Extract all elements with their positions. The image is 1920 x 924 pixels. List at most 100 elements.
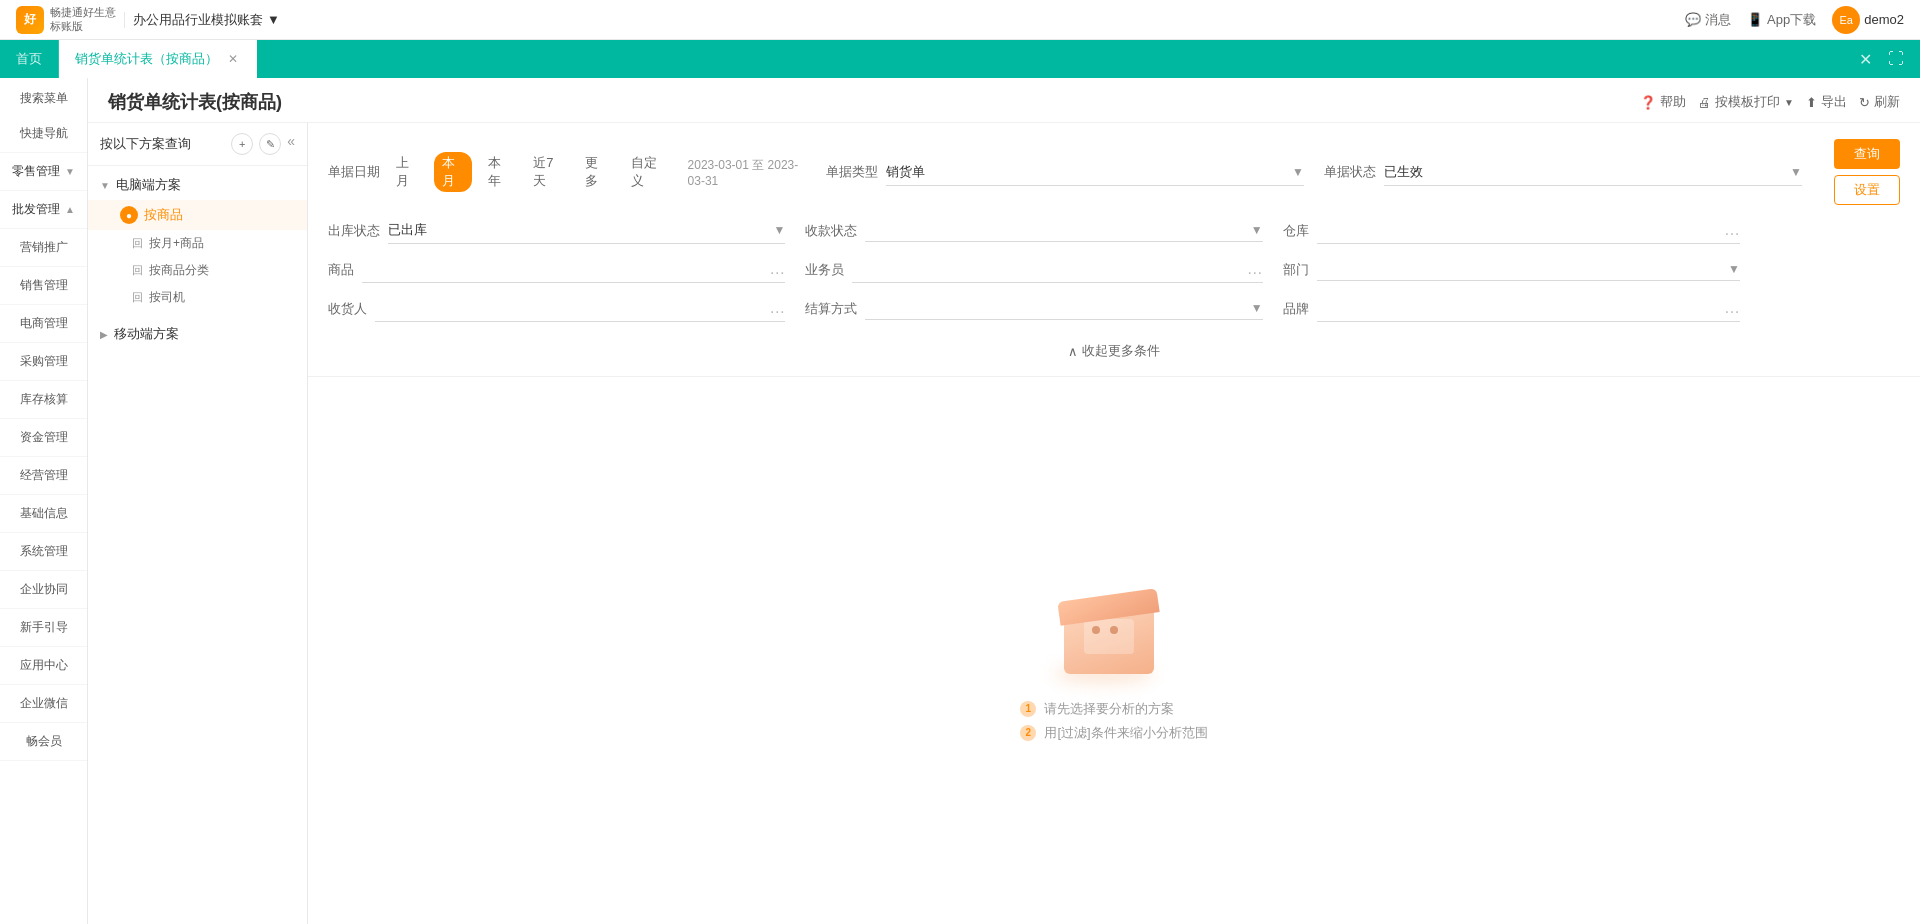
salesperson-label: 业务员: [805, 261, 844, 279]
sidebar-item-enterprise[interactable]: 企业协同: [0, 571, 87, 609]
scheme-group-pc-header[interactable]: ▼ 电脑端方案: [88, 170, 307, 200]
scheme-group-mobile: ▶ 移动端方案: [88, 315, 307, 353]
scheme-item-by-cashier[interactable]: 回 按司机: [88, 284, 307, 311]
sidebar-item-marketing[interactable]: 营销推广: [0, 229, 87, 267]
scheme-item-by-month-goods[interactable]: 回 按月+商品: [88, 230, 307, 257]
filter-salesperson: 业务员 …: [805, 256, 1282, 283]
empty-line-1: 1 请先选择要分析的方案: [1020, 700, 1207, 718]
goods-control: …: [362, 256, 785, 283]
date-tab-more[interactable]: 更多: [577, 152, 615, 192]
sidebar-search-label[interactable]: 搜索菜单: [20, 90, 68, 107]
sidebar-item-system[interactable]: 系统管理: [0, 533, 87, 571]
date-tab-custom[interactable]: 自定义: [623, 152, 672, 192]
collapse-up-icon: ∧: [1068, 344, 1078, 359]
mobile-group-arrow-icon: ▶: [100, 329, 108, 340]
warehouse-out-dropdown-icon[interactable]: ▼: [773, 223, 785, 237]
settings-button[interactable]: 设置: [1834, 175, 1900, 205]
page-header: 销货单统计表(按商品) ❓ 帮助 🖨 按模板打印 ▼ ⬆ 导出 ↻ 刷新: [88, 78, 1920, 123]
filter-payment-method: 结算方式 ▼: [805, 297, 1282, 320]
refresh-icon: ↻: [1859, 95, 1870, 110]
box-face: [1084, 619, 1134, 654]
sidebar-item-apps[interactable]: 应用中心: [0, 647, 87, 685]
box-eye-right: [1110, 626, 1118, 634]
query-button[interactable]: 查询: [1834, 139, 1900, 169]
date-filter-control: 上月 本月 本年 近7天 更多 自定义 2023-03-01 至 2023-03…: [388, 152, 806, 192]
filter-row-1: 单据日期 上月 本月 本年 近7天 更多 自定义 2023-03-01 至 20…: [328, 139, 1900, 205]
scheme-panel: 按以下方案查询 + ✎ « ▼ 电脑端方案 ● 按商品: [88, 123, 308, 924]
export-button[interactable]: ⬆ 导出: [1806, 93, 1847, 111]
empty-illustration: [1034, 554, 1194, 684]
expand-window-icon[interactable]: ⛶: [1884, 46, 1908, 72]
company-selector[interactable]: 办公用品行业模拟账套 ▼: [133, 11, 280, 29]
scheme-item-by-goods[interactable]: ● 按商品: [88, 200, 307, 230]
print-button[interactable]: 🖨 按模板打印 ▼: [1698, 93, 1794, 111]
scheme-item-by-goods-category[interactable]: 回 按商品分类: [88, 257, 307, 284]
sidebar-item-quick-nav[interactable]: 快捷导航: [0, 115, 87, 153]
sidebar-item-ecommerce[interactable]: 电商管理: [0, 305, 87, 343]
sidebar-item-retail[interactable]: 零售管理 ▼: [0, 153, 87, 191]
filter-brand: 品牌 …: [1283, 295, 1760, 322]
warehouse-out-value: 已出库: [388, 221, 427, 239]
message-icon: 💬: [1685, 12, 1701, 27]
box-eyes: [1092, 626, 1118, 634]
department-control: ▼: [1317, 258, 1740, 281]
sidebar-item-operations[interactable]: 经营管理: [0, 457, 87, 495]
date-tab-last-7days[interactable]: 近7天: [525, 152, 569, 192]
payment-method-dropdown-icon[interactable]: ▼: [1251, 301, 1263, 315]
type-dropdown-icon[interactable]: ▼: [1292, 165, 1304, 179]
tab-sales-report[interactable]: 销货单统计表（按商品） ✕: [59, 40, 257, 78]
goods-dots-icon[interactable]: …: [769, 260, 785, 278]
date-tab-last-month[interactable]: 上月: [388, 152, 426, 192]
scheme-edit-icon[interactable]: ✎: [259, 133, 281, 155]
consignee-control: …: [375, 295, 785, 322]
empty-line-2: 2 用[过滤]条件来缩小分析范围: [1020, 724, 1207, 742]
box-eye-left: [1092, 626, 1100, 634]
tab-home[interactable]: 首页: [0, 40, 59, 78]
user-profile[interactable]: Ea demo2: [1832, 6, 1904, 34]
page-actions: ❓ 帮助 🖨 按模板打印 ▼ ⬆ 导出 ↻ 刷新: [1640, 93, 1900, 111]
sidebar-item-member[interactable]: 畅会员: [0, 723, 87, 761]
close-window-icon[interactable]: ✕: [1855, 46, 1876, 73]
consignee-label: 收货人: [328, 300, 367, 318]
scheme-group-mobile-header[interactable]: ▶ 移动端方案: [88, 319, 307, 349]
help-icon: ❓: [1640, 95, 1656, 110]
app-download-button[interactable]: 📱 App下载: [1747, 11, 1816, 29]
collapse-more-button[interactable]: ∧ 收起更多条件: [328, 334, 1900, 368]
filter-result-panel: 单据日期 上月 本月 本年 近7天 更多 自定义 2023-03-01 至 20…: [308, 123, 1920, 924]
sidebar-item-guide[interactable]: 新手引导: [0, 609, 87, 647]
tab-close-icon[interactable]: ✕: [226, 50, 240, 68]
filter-row-2: 出库状态 已出库 ▼ 收款状态 ▼: [328, 217, 1900, 244]
top-header: 好 畅捷通好生意 标账版 办公用品行业模拟账套 ▼ 💬 消息 📱 App下载 E…: [0, 0, 1920, 40]
filter-type: 单据类型 销货单 ▼: [826, 159, 1324, 186]
consignee-dots-icon[interactable]: …: [769, 299, 785, 317]
status-dropdown-icon[interactable]: ▼: [1790, 165, 1802, 179]
sidebar-item-purchase[interactable]: 采购管理: [0, 343, 87, 381]
scheme-add-icon[interactable]: +: [231, 133, 253, 155]
receipt-status-dropdown-icon[interactable]: ▼: [1251, 223, 1263, 237]
empty-dot-1: 1: [1020, 701, 1036, 717]
sidebar-item-sales[interactable]: 销售管理: [0, 267, 87, 305]
salesperson-dots-icon[interactable]: …: [1247, 260, 1263, 278]
date-tab-this-year[interactable]: 本年: [480, 152, 518, 192]
status-control: 已生效 ▼: [1384, 159, 1802, 186]
date-tab-this-month[interactable]: 本月: [434, 152, 472, 192]
message-button[interactable]: 💬 消息: [1685, 11, 1731, 29]
sidebar-item-wechat[interactable]: 企业微信: [0, 685, 87, 723]
sidebar: 搜索菜单 快捷导航 零售管理 ▼ 批发管理 ▲ 营销推广 销售管理 电商管理 采…: [0, 78, 88, 924]
type-label: 单据类型: [826, 163, 878, 181]
scheme-actions: + ✎ «: [231, 133, 295, 155]
brand-dots-icon[interactable]: …: [1724, 299, 1740, 317]
warehouse-dots-icon[interactable]: …: [1724, 221, 1740, 239]
logo-icon: 好: [16, 6, 44, 34]
refresh-button[interactable]: ↻ 刷新: [1859, 93, 1900, 111]
sidebar-item-finance[interactable]: 资金管理: [0, 419, 87, 457]
warehouse-out-label: 出库状态: [328, 222, 380, 240]
sidebar-item-inventory[interactable]: 库存核算: [0, 381, 87, 419]
scheme-collapse-icon[interactable]: «: [287, 133, 295, 155]
department-dropdown-icon[interactable]: ▼: [1728, 262, 1740, 276]
help-button[interactable]: ❓ 帮助: [1640, 93, 1686, 111]
sidebar-item-basic[interactable]: 基础信息: [0, 495, 87, 533]
salesperson-control: …: [852, 256, 1262, 283]
sidebar-item-wholesale[interactable]: 批发管理 ▲: [0, 191, 87, 229]
filter-row-4: 收货人 … 结算方式 ▼: [328, 295, 1900, 322]
